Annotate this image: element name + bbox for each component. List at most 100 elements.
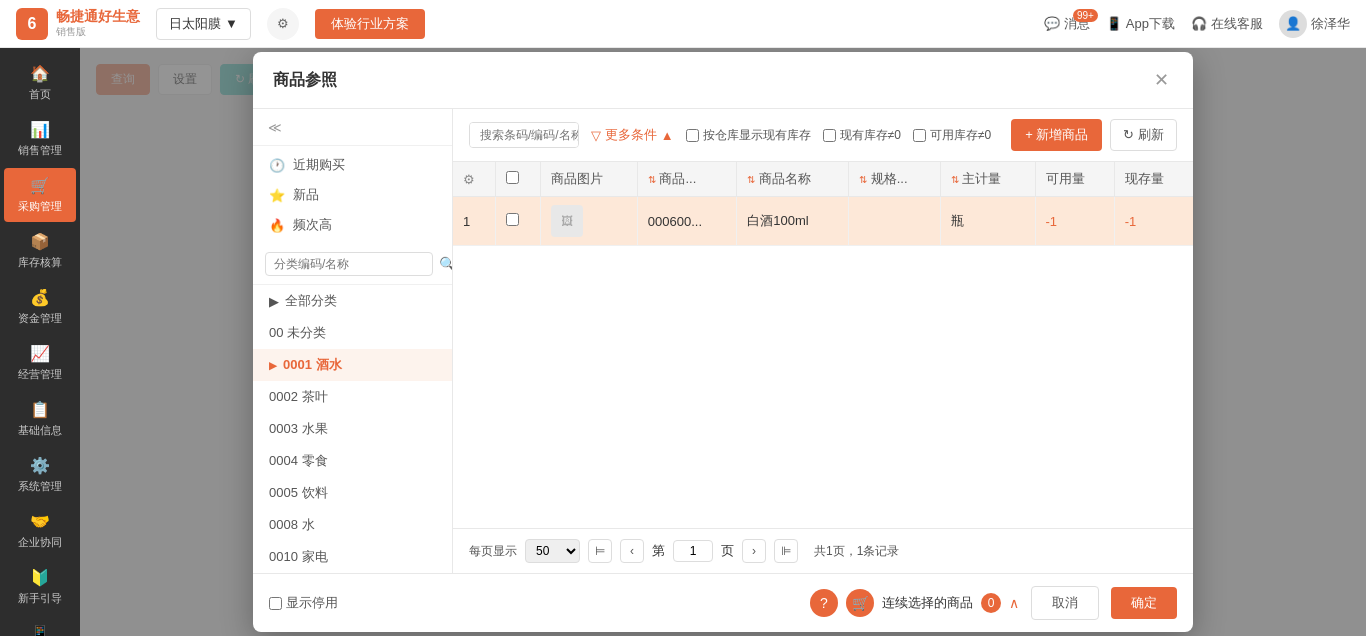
sort-icon[interactable]: ⇅ [648, 174, 656, 185]
collab-icon: 🤝 [30, 512, 50, 531]
category-item-0004[interactable]: 0004 零食 [253, 445, 452, 477]
sidebar-item-finance[interactable]: 💰 资金管理 [4, 280, 76, 334]
add-product-button[interactable]: + 新增商品 [1011, 119, 1102, 151]
sidebar-item-appcenter[interactable]: 📱 应用中心 [4, 616, 76, 636]
th-settings: ⚙ [453, 162, 496, 197]
frequent-icon: 🔥 [269, 218, 285, 233]
display-disabled-input[interactable] [269, 597, 282, 610]
category-item-0005[interactable]: 0005 饮料 [253, 477, 452, 509]
close-button[interactable]: ✕ [1149, 68, 1173, 92]
pagination-bar: 每页显示 50 100 ⊨ ‹ 第 页 › ⊫ 共 [453, 528, 1193, 573]
headset-icon: 🎧 [1191, 16, 1207, 31]
user-nav[interactable]: 👤 徐泽华 [1279, 10, 1350, 38]
purchase-icon: 🛒 [30, 176, 50, 195]
filter-recent[interactable]: 🕐 近期购买 [253, 150, 452, 180]
table-row[interactable]: 1 🖼 000600... 白酒100ml [453, 197, 1193, 246]
sidebar-item-label: 库存核算 [18, 255, 62, 270]
system-icon: ⚙️ [30, 456, 50, 475]
page-number-input[interactable] [673, 540, 713, 562]
expand-icon: ▶ [269, 294, 279, 309]
sidebar-item-home[interactable]: 🏠 首页 [4, 56, 76, 110]
collapse-arrow-icon[interactable]: ∧ [1009, 595, 1019, 611]
display-disabled-checkbox[interactable]: 显示停用 [269, 594, 338, 612]
category-item-00[interactable]: 00 未分类 [253, 317, 452, 349]
sidebar-item-business[interactable]: 📈 经营管理 [4, 336, 76, 390]
product-search-bar: 🔍 [469, 122, 579, 148]
last-page-btn[interactable]: ⊫ [774, 539, 798, 563]
sidebar-item-guide[interactable]: 🔰 新手引导 [4, 560, 76, 614]
checkbox-available[interactable]: 可用库存≠0 [913, 127, 991, 144]
modal-footer: 显示停用 ? 🛒 连续选择的商品 [253, 573, 1193, 632]
checkbox-warehouse-input[interactable] [686, 129, 699, 142]
sidebar-item-system[interactable]: ⚙️ 系统管理 [4, 448, 76, 502]
checkbox-stock-input[interactable] [823, 129, 836, 142]
first-page-btn[interactable]: ⊨ [588, 539, 612, 563]
cancel-button[interactable]: 取消 [1031, 586, 1099, 620]
table-settings-icon[interactable]: ⚙ [463, 172, 475, 187]
service-nav[interactable]: 🎧 在线客服 [1191, 15, 1263, 33]
refresh-button[interactable]: ↻ 刷新 [1110, 119, 1177, 151]
checkbox-available-input[interactable] [913, 129, 926, 142]
category-item-0008[interactable]: 0008 水 [253, 509, 452, 541]
select-all-checkbox[interactable] [506, 171, 519, 184]
help-circle[interactable]: ? [810, 589, 838, 617]
sort-icon2[interactable]: ⇅ [747, 174, 755, 185]
sort-icon3[interactable]: ⇅ [859, 174, 867, 185]
checkbox-warehouse[interactable]: 按仓库显示现有库存 [686, 127, 811, 144]
left-panel-header: ≪ [253, 109, 452, 146]
guide-icon: 🔰 [30, 568, 50, 587]
trial-button[interactable]: 体验行业方案 [315, 9, 425, 39]
right-panel: 🔍 ▽ 更多条件 ▲ 按仓库显示现有库存 [453, 109, 1193, 573]
cell-unit: 瓶 [940, 197, 1035, 246]
category-item-0003[interactable]: 0003 水果 [253, 413, 452, 445]
category-item-0010[interactable]: 0010 家电 [253, 541, 452, 573]
filter-more-btn[interactable]: ▽ 更多条件 ▲ [591, 126, 674, 144]
business-icon: 📈 [30, 344, 50, 363]
collapse-button[interactable]: ≪ [265, 117, 285, 137]
next-page-btn[interactable]: › [742, 539, 766, 563]
checkbox-stock[interactable]: 现有库存≠0 [823, 127, 901, 144]
cell-num: 1 [453, 197, 496, 246]
sidebar-item-sales[interactable]: 📊 销售管理 [4, 112, 76, 166]
app-download-nav[interactable]: 📱 App下载 [1106, 15, 1175, 33]
cell-checkbox [496, 197, 541, 246]
confirm-button[interactable]: 确定 [1111, 587, 1177, 619]
left-panel: ≪ 🕐 近期购买 ⭐ 新品 🔥 [253, 109, 453, 573]
sidebar-item-label: 采购管理 [18, 199, 62, 214]
logo-area: 6 畅捷通好生意 销售版 [16, 8, 140, 40]
nav-right: 💬 消息 99+ 📱 App下载 🎧 在线客服 👤 徐泽华 [1044, 10, 1350, 38]
cell-name: 白酒100ml [737, 197, 849, 246]
category-item-0001[interactable]: ▶ 0001 酒水 [253, 349, 452, 381]
sidebar-item-inventory[interactable]: 📦 库存核算 [4, 224, 76, 278]
sidebar-item-label: 企业协同 [18, 535, 62, 550]
th-image: 商品图片 [541, 162, 637, 197]
cell-available: -1 [1035, 197, 1114, 246]
messages-nav[interactable]: 💬 消息 99+ [1044, 15, 1090, 33]
table-header-row: ⚙ 商品图片 ⇅ 商品... [453, 162, 1193, 197]
settings-icon[interactable]: ⚙ [267, 8, 299, 40]
category-item-0002[interactable]: 0002 茶叶 [253, 381, 452, 413]
cart-icon[interactable]: 🛒 [846, 589, 874, 617]
modal-header: 商品参照 ✕ [253, 52, 1193, 109]
chevron-up-icon: ▲ [661, 128, 674, 143]
category-search-input[interactable] [265, 252, 433, 276]
th-spec: ⇅ 规格... [849, 162, 941, 197]
category-search-icon[interactable]: 🔍 [439, 256, 453, 272]
page-size-select[interactable]: 50 100 [525, 539, 580, 563]
row-checkbox[interactable] [506, 213, 519, 226]
product-search-input[interactable] [470, 123, 579, 147]
sidebar: 🏠 首页 📊 销售管理 🛒 采购管理 📦 库存核算 💰 资金管理 📈 经营管理 … [0, 48, 80, 636]
modal-body: ≪ 🕐 近期购买 ⭐ 新品 🔥 [253, 109, 1193, 573]
sidebar-item-purchase[interactable]: 🛒 采购管理 [4, 168, 76, 222]
th-available: 可用量 [1035, 162, 1114, 197]
filter-frequent[interactable]: 🔥 频次高 [253, 210, 452, 240]
page-size-label: 每页显示 [469, 543, 517, 560]
prev-page-btn[interactable]: ‹ [620, 539, 644, 563]
sidebar-item-collab[interactable]: 🤝 企业协同 [4, 504, 76, 558]
sidebar-item-basic[interactable]: 📋 基础信息 [4, 392, 76, 446]
sort-icon4[interactable]: ⇅ [951, 174, 959, 185]
filter-new[interactable]: ⭐ 新品 [253, 180, 452, 210]
category-item-all[interactable]: ▶ 全部分类 [253, 285, 452, 317]
filter-checkboxes: 按仓库显示现有库存 现有库存≠0 可用库存≠0 [686, 127, 992, 144]
store-selector[interactable]: 日太阳膜 ▼ [156, 8, 251, 40]
